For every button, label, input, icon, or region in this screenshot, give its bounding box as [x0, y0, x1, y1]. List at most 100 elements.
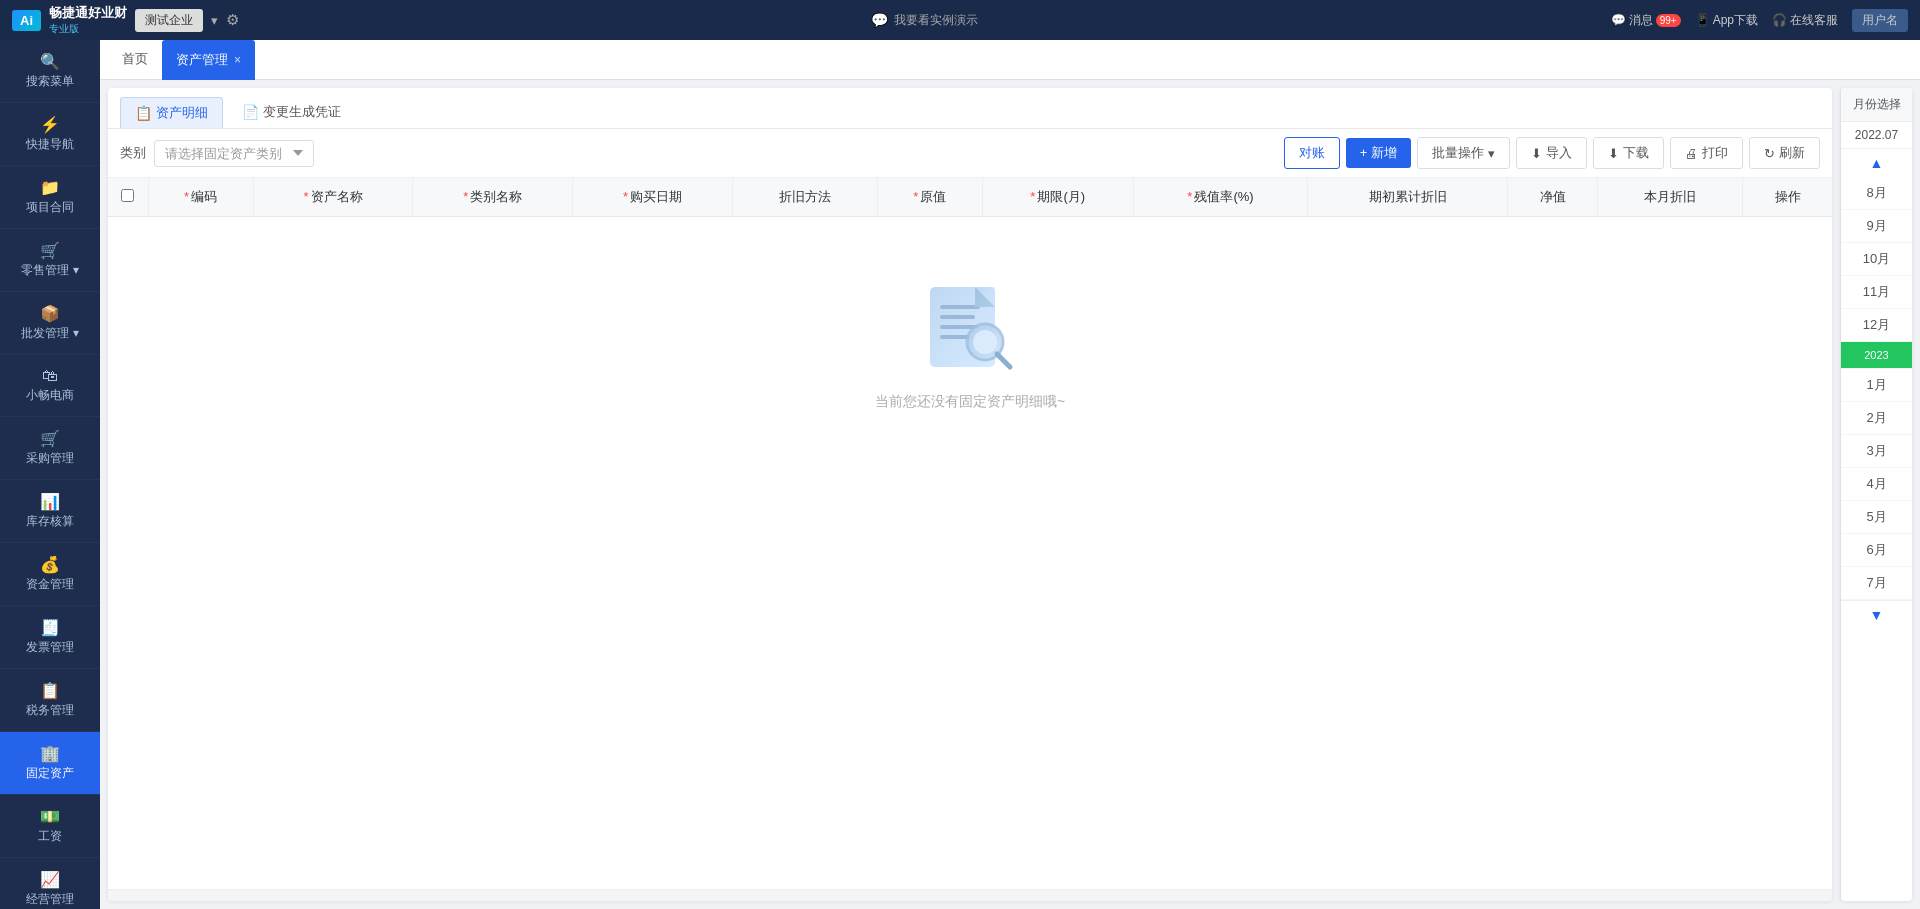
month-item-2023-1月[interactable]: 1月 — [1841, 369, 1912, 402]
month-item-2023-5月[interactable]: 5月 — [1841, 501, 1912, 534]
sidebar-label-ecommerce: 小畅电商 — [26, 388, 74, 402]
empty-state-row: 当前您还没有固定资产明细哦~ — [108, 217, 1832, 472]
tab-home[interactable]: 首页 — [108, 40, 162, 80]
empty-text: 当前您还没有固定资产明细哦~ — [875, 393, 1065, 411]
reconcile-button[interactable]: 对账 — [1284, 137, 1340, 169]
sidebar-item-inventory[interactable]: 📊库存核算 — [0, 480, 100, 543]
table-container: *编码 *资产名称 *类别名称 *购买日期 折旧方法 *原值 *期限(月) *残… — [108, 178, 1832, 889]
month-item-2022-11月[interactable]: 11月 — [1841, 276, 1912, 309]
month-prev-btn[interactable]: ▲ — [1866, 153, 1888, 173]
settings-icon[interactable]: ⚙ — [226, 11, 239, 29]
sidebar-icon-quicknav: ⚡ — [8, 115, 92, 134]
sidebar-item-operation[interactable]: 📈经营管理 — [0, 858, 100, 909]
svg-rect-4 — [940, 335, 970, 339]
print-button[interactable]: 🖨 打印 — [1670, 137, 1743, 169]
sidebar-label-salary: 工资 — [38, 829, 62, 843]
col-monthly-depreciation: 本月折旧 — [1598, 178, 1743, 217]
month-item-2023-6月[interactable]: 6月 — [1841, 534, 1912, 567]
sidebar-icon-search: 🔍 — [8, 52, 92, 71]
sidebar-item-ecommerce[interactable]: 🛍 小畅电商 — [0, 355, 100, 417]
download-label: 下载 — [1623, 144, 1649, 162]
sidebar-item-tax[interactable]: 📋税务管理 — [0, 669, 100, 732]
sidebar-item-salary[interactable]: 💵工资 — [0, 795, 100, 858]
sidebar-item-fixedassets[interactable]: 🏢固定资产 — [0, 732, 100, 795]
tab-bar: 首页 资产管理 × — [100, 40, 1920, 80]
sidebar-item-retail[interactable]: 🛒 零售管理 ▾ — [0, 229, 100, 292]
sidebar-item-quicknav[interactable]: ⚡快捷导航 — [0, 103, 100, 166]
sidebar-label-invoice: 发票管理 — [26, 640, 74, 654]
refresh-button[interactable]: ↻ 刷新 — [1749, 137, 1820, 169]
sidebar-icon-purchase: 🛒 — [8, 429, 92, 448]
sub-tab-asset-detail[interactable]: 📋 资产明细 — [120, 97, 223, 128]
company-selector[interactable]: 测试企业 — [135, 9, 203, 32]
sidebar-icon-finance: 💰 — [8, 555, 92, 574]
sidebar-label-finance: 资金管理 — [26, 577, 74, 591]
batch-button[interactable]: 批量操作 ▾ — [1417, 137, 1510, 169]
top-header: Ai 畅捷通好业财 专业版 测试企业 ▾ ⚙ 💬 我要看实例演示 💬 消息 99… — [0, 0, 1920, 40]
category-filter-select[interactable]: 请选择固定资产类别 — [154, 140, 314, 167]
message-btn[interactable]: 💬 消息 99+ — [1611, 12, 1681, 29]
main-panel: 📋 资产明细 📄 变更生成凭证 类别 请选择固定资产类别 — [108, 88, 1832, 901]
col-category-label: 类别名称 — [470, 189, 522, 204]
asset-detail-icon: 📋 — [135, 105, 152, 121]
import-button[interactable]: ⬇ 导入 — [1516, 137, 1587, 169]
add-button[interactable]: + 新增 — [1346, 138, 1411, 168]
company-dropdown-icon[interactable]: ▾ — [211, 13, 218, 28]
app-download-btn[interactable]: 📱 App下载 — [1695, 12, 1758, 29]
batch-label: 批量操作 — [1432, 144, 1484, 162]
sidebar-item-search[interactable]: 🔍搜索菜单 — [0, 40, 100, 103]
change-voucher-icon: 📄 — [242, 104, 259, 120]
month-item-2022-12月[interactable]: 12月 — [1841, 309, 1912, 342]
col-purchase-date-label: 购买日期 — [630, 189, 682, 204]
select-all-checkbox[interactable] — [121, 189, 134, 202]
tab-asset-management[interactable]: 资产管理 × — [162, 40, 255, 80]
month-item-2023-4月[interactable]: 4月 — [1841, 468, 1912, 501]
tab-close-icon[interactable]: × — [234, 53, 241, 67]
sidebar-icon-wholesale: 📦 — [8, 304, 92, 323]
sidebar-icon-ecommerce: 🛍 — [8, 367, 92, 385]
svg-point-7 — [973, 330, 997, 354]
demo-text[interactable]: 我要看实例演示 — [894, 12, 978, 29]
svg-rect-2 — [940, 315, 975, 319]
batch-dropdown-icon: ▾ — [1488, 146, 1495, 161]
download-icon: ⬇ — [1608, 146, 1619, 161]
customer-service-btn[interactable]: 🎧 在线客服 — [1772, 12, 1838, 29]
content-area: 首页 资产管理 × 📋 资产明细 📄 变更生成凭证 — [100, 40, 1920, 909]
sidebar-label-operation: 经营管理 — [26, 892, 74, 906]
app-logo: Ai — [12, 10, 41, 31]
month-item-2022-10月[interactable]: 10月 — [1841, 243, 1912, 276]
sidebar-item-invoice[interactable]: 🧾发票管理 — [0, 606, 100, 669]
col-code: *编码 — [148, 178, 253, 217]
refresh-icon: ↻ — [1764, 146, 1775, 161]
month-nav-up: ▲ — [1841, 149, 1912, 177]
month-item-2023-3月[interactable]: 3月 — [1841, 435, 1912, 468]
month-panel: 月份选择 2022.07 ▲ 8月9月10月11月12月20231月2月3月4月… — [1840, 88, 1912, 901]
sidebar-icon-retail: 🛒 — [8, 241, 92, 260]
month-item-2022-9月[interactable]: 9月 — [1841, 210, 1912, 243]
month-next-btn[interactable]: ▼ — [1866, 605, 1888, 625]
sidebar-label-inventory: 库存核算 — [26, 514, 74, 528]
tab-home-label: 首页 — [122, 50, 148, 68]
app-subtitle: 专业版 — [49, 22, 127, 36]
month-item-2022-8月[interactable]: 8月 — [1841, 177, 1912, 210]
col-original-value: *原值 — [877, 178, 982, 217]
col-checkbox — [108, 178, 148, 217]
col-depreciation-method-label: 折旧方法 — [779, 189, 831, 204]
download-button[interactable]: ⬇ 下载 — [1593, 137, 1664, 169]
empty-icon — [910, 277, 1030, 377]
col-residual-rate: *残值率(%) — [1133, 178, 1308, 217]
sidebar-item-finance[interactable]: 💰 资金管理 — [0, 543, 100, 606]
headset-icon: 🎧 — [1772, 13, 1787, 27]
month-item-2023-7月[interactable]: 7月 — [1841, 567, 1912, 600]
demo-icon: 💬 — [871, 12, 888, 28]
sub-tab-change-voucher-label: 变更生成凭证 — [263, 103, 341, 121]
sidebar-item-purchase[interactable]: 🛒采购管理 — [0, 417, 100, 480]
sidebar-label-retail: 零售管理 ▾ — [21, 263, 78, 277]
sub-tab-change-voucher[interactable]: 📄 变更生成凭证 — [227, 96, 356, 128]
refresh-label: 刷新 — [1779, 144, 1805, 162]
bottom-scrollbar[interactable] — [108, 889, 1832, 901]
sidebar-item-wholesale[interactable]: 📦批发管理 ▾ — [0, 292, 100, 355]
month-item-2023-2月[interactable]: 2月 — [1841, 402, 1912, 435]
sidebar-item-project[interactable]: 📁项目合同 — [0, 166, 100, 229]
user-avatar[interactable]: 用户名 — [1852, 9, 1908, 32]
